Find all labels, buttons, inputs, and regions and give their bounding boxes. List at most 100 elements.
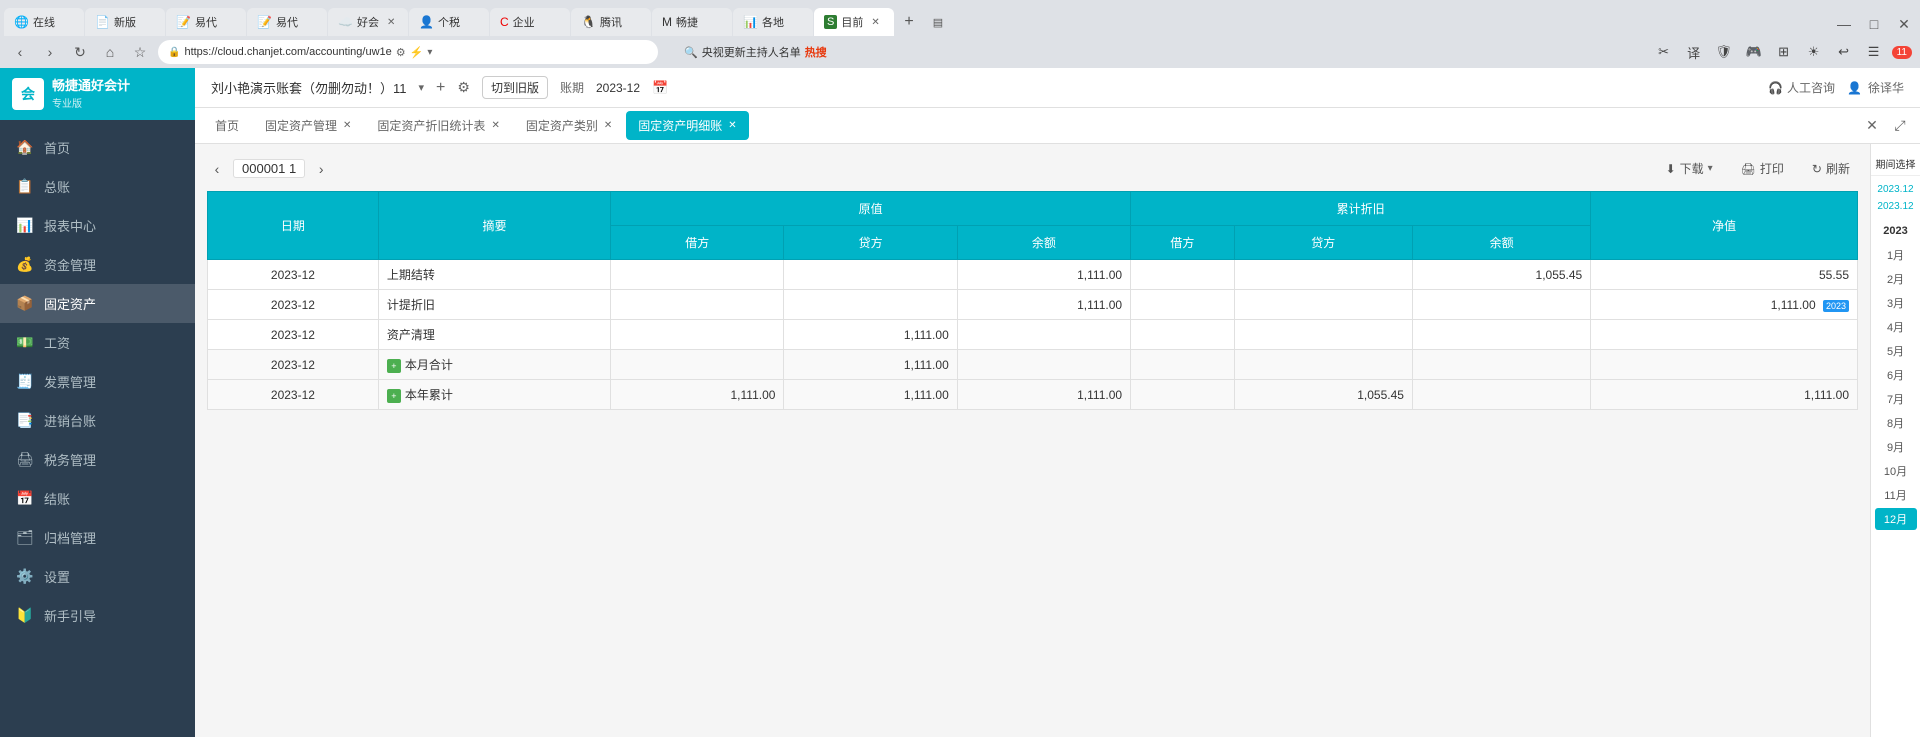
cell-accum-debit [1131,350,1235,380]
tab-menu-button[interactable]: ▤ [924,8,952,36]
support-button[interactable]: 🎧 人工咨询 [1768,79,1835,96]
sidebar-item-home[interactable]: 🏠 首页 [0,128,195,167]
yearly-badge-icon: + [387,389,401,403]
url-input[interactable]: 🔒 https://cloud.chanjet.com/accounting/u… [158,40,658,64]
tab-depreciation[interactable]: 固定资产折旧统计表 ✕ [365,111,511,140]
sidebar-item-settings[interactable]: ⚙️ 设置 [0,557,195,596]
browser-tab-yidai1[interactable]: 📝 易代 [166,8,246,36]
browser-tab-close[interactable]: ✕ [387,17,395,28]
hot-search-label[interactable]: 热搜 [805,44,827,60]
minimize-button[interactable]: — [1832,12,1856,36]
add-account-button[interactable]: + [436,79,445,97]
dropdown-arrow-icon[interactable]: ▾ [419,81,425,94]
menu-button[interactable]: ☰ [1862,40,1886,64]
download-dropdown-icon[interactable]: ▾ [1708,163,1713,174]
back-button[interactable]: ‹ [8,40,32,64]
cell-summary: +本月合计 [378,350,610,380]
browser-tab-changjie[interactable]: M 畅捷 [652,8,732,36]
reload-button[interactable]: ↻ [68,40,92,64]
sidebar-item-salary[interactable]: 💵 工资 [0,323,195,362]
th-orig-balance: 余额 [957,226,1130,260]
sidebar-item-archive[interactable]: 🗂 归档管理 [0,518,195,557]
browser-tab-haohui[interactable]: ☁️ 好会 ✕ [328,8,408,36]
undo-tool[interactable]: ↩ [1832,40,1856,64]
tab-close-icon[interactable]: ✕ [604,120,612,131]
active-tab-close[interactable]: ✕ [871,17,879,28]
download-button[interactable]: ⬇ 下载 ▾ [1658,156,1721,181]
game-tool[interactable]: 🎮 [1742,40,1766,64]
tab-category[interactable]: 固定资产类别 ✕ [514,111,624,140]
home-button[interactable]: ⌂ [98,40,122,64]
month-item-3[interactable]: 3月 [1875,292,1917,314]
table-row-monthly-total: 2023-12 +本月合计 1,111.00 [208,350,1858,380]
sidebar-item-funds[interactable]: 💰 资金管理 [0,245,195,284]
print-icon: 🖨 [1741,162,1756,176]
next-page-button[interactable]: › [311,159,331,179]
month-item-12[interactable]: 12月 [1875,508,1917,530]
calendar-icon[interactable]: 📅 [652,80,668,96]
th-accum-credit: 贷方 [1234,226,1412,260]
print-button[interactable]: 🖨 打印 [1733,156,1792,181]
shield-tool[interactable]: 🛡 [1712,40,1736,64]
cell-orig-balance: 1,111.00 [957,290,1130,320]
month-item-6[interactable]: 6月 [1875,364,1917,386]
month-item-11[interactable]: 11月 [1875,484,1917,506]
dropdown-arrow-icon[interactable]: ▾ [427,47,432,58]
sidebar-item-guide[interactable]: 🔰 新手引导 [0,596,195,635]
new-tab-button[interactable]: + [895,8,923,36]
year-item[interactable]: 2023 [1875,220,1917,242]
main-content: 刘小艳演示账套（勿删勿动！）11 ▾ + ⚙ 切到旧版 账期 2023-12 📅… [195,68,1920,737]
month-item-7[interactable]: 7月 [1875,388,1917,410]
grid-tool[interactable]: ⊞ [1772,40,1796,64]
month-item-8[interactable]: 8月 [1875,412,1917,434]
month-item-9[interactable]: 9月 [1875,436,1917,458]
sidebar-item-ledger[interactable]: 📋 总账 [0,167,195,206]
browser-tab-qiye[interactable]: C 企业 [490,8,570,36]
tab-detail[interactable]: 固定资产明细账 ✕ [626,111,748,140]
scissors-tool[interactable]: ✂ [1652,40,1676,64]
cell-summary: 计提折旧 [378,290,610,320]
browser-tab-muqian[interactable]: S 目前 ✕ [814,8,894,36]
sidebar-item-invoice[interactable]: 🧾 发票管理 [0,362,195,401]
browser-tab-yidai2[interactable]: 📝 易代 [247,8,327,36]
sidebar-item-reports[interactable]: 📊 报表中心 [0,206,195,245]
bookmark-button[interactable]: ☆ [128,40,152,64]
switch-version-button[interactable]: 切到旧版 [482,76,548,99]
browser-tab-online[interactable]: 🌐 在线 [4,8,84,36]
sidebar-item-tax[interactable]: 🖨 税务管理 [0,440,195,479]
maximize-button[interactable]: □ [1862,12,1886,36]
sidebar-label-closing: 结账 [44,489,70,508]
top-bar-actions: 🎧 人工咨询 👤 徐译华 [1768,79,1904,96]
month-item-4[interactable]: 4月 [1875,316,1917,338]
content-area: ‹ 000001 1 › ⬇ 下载 ▾ 🖨 打印 [195,144,1920,737]
expand-tab-action[interactable]: ⤢ [1888,114,1912,138]
user-info[interactable]: 👤 徐译华 [1847,79,1904,96]
sidebar-item-fixed[interactable]: 📦 固定资产 [0,284,195,323]
translate-tool[interactable]: 译 [1682,40,1706,64]
active-tab-close-icon[interactable]: ✕ [728,120,736,131]
browser-tab-tencent[interactable]: 🐧 腾讯 [571,8,651,36]
close-tab-action[interactable]: ✕ [1860,114,1884,138]
month-item-2[interactable]: 2月 [1875,268,1917,290]
month-item-5[interactable]: 5月 [1875,340,1917,362]
sidebar-item-inventory[interactable]: 📑 进销台账 [0,401,195,440]
refresh-button[interactable]: ↻ 刷新 [1804,156,1858,181]
tab-home[interactable]: 首页 [203,111,251,140]
close-button[interactable]: ✕ [1892,12,1916,36]
settings-icon-topbar[interactable]: ⚙ [457,79,470,96]
tab-close-icon[interactable]: ✕ [343,120,351,131]
month-item-10[interactable]: 10月 [1875,460,1917,482]
browser-tab-geshui[interactable]: 👤 个税 [409,8,489,36]
company-name: 刘小艳演示账套（勿删勿动！）11 [211,78,407,97]
forward-button[interactable]: › [38,40,62,64]
th-summary: 摘要 [378,192,610,260]
tab-close-icon[interactable]: ✕ [491,120,499,131]
month-item-1[interactable]: 1月 [1875,244,1917,266]
tab-fixed-mgmt[interactable]: 固定资产管理 ✕ [253,111,363,140]
year-badge: 2023 [1823,300,1849,312]
browser-tab-gedi[interactable]: 📊 各地 [733,8,813,36]
sun-tool[interactable]: ☀ [1802,40,1826,64]
sidebar-item-closing[interactable]: 📅 结账 [0,479,195,518]
browser-tab-new[interactable]: 📄 新版 [85,8,165,36]
prev-page-button[interactable]: ‹ [207,159,227,179]
